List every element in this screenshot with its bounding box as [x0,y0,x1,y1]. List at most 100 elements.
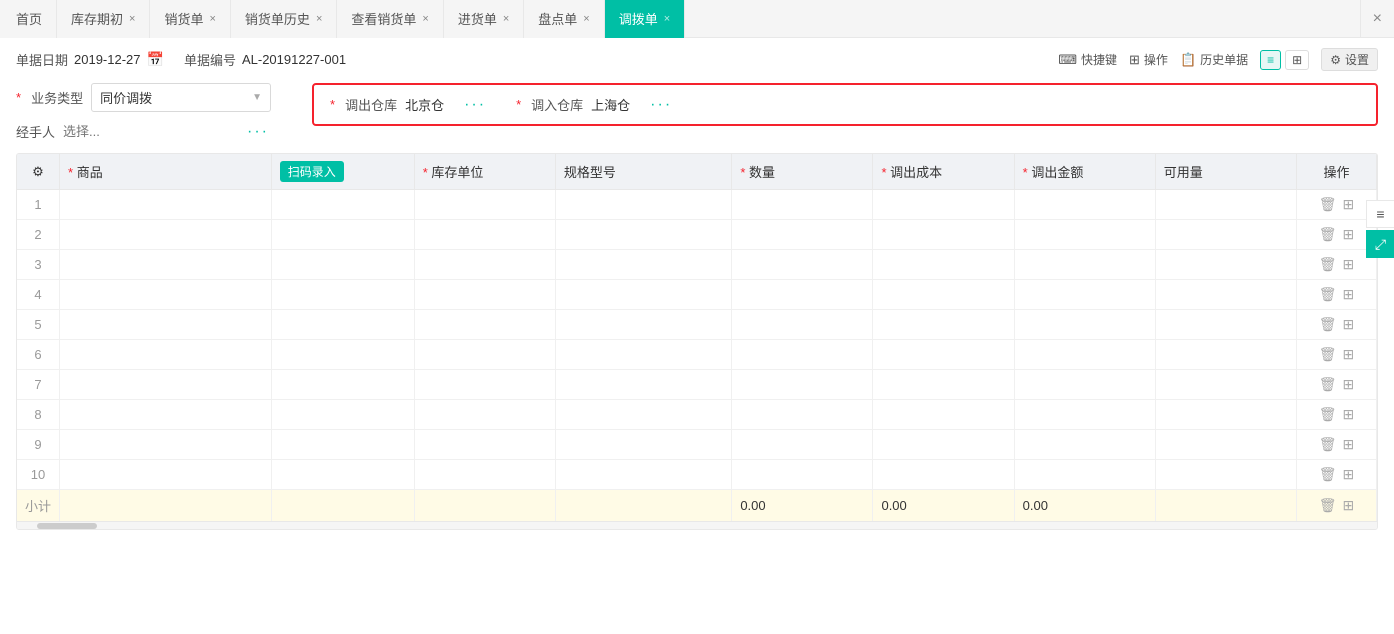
unit-cell[interactable] [414,310,555,340]
product-cell[interactable] [60,310,272,340]
copy-row-button[interactable]: ⊞ [1340,497,1358,514]
operate-button[interactable]: ⊞ 操作 [1129,51,1168,68]
business-type-select[interactable]: 同价调拨 ▼ [91,83,271,112]
amount-cell[interactable] [1014,280,1155,310]
amount-cell[interactable] [1014,340,1155,370]
amount-cell[interactable] [1014,220,1155,250]
product-cell[interactable] [60,220,272,250]
copy-row-button[interactable]: ⊞ [1340,316,1358,333]
tab-close-icon-3[interactable]: × [316,13,322,25]
copy-row-button[interactable]: ⊞ [1340,286,1358,303]
tab-close-icon-7[interactable]: × [664,13,670,25]
delete-row-button[interactable]: 🗑 [1316,497,1340,514]
spec-cell[interactable] [555,250,731,280]
amount-cell[interactable] [1014,370,1155,400]
delete-row-button[interactable]: 🗑 [1316,406,1340,423]
spec-cell[interactable] [555,310,731,340]
cost-cell[interactable] [873,250,1014,280]
delete-row-button[interactable]: 🗑 [1316,466,1340,483]
setting-button[interactable]: ⚙ 设置 [1321,48,1378,71]
delete-row-button[interactable]: 🗑 [1316,226,1340,243]
amount-cell[interactable] [1014,460,1155,490]
copy-row-button[interactable]: ⊞ [1340,376,1358,393]
unit-cell[interactable] [414,490,555,522]
tab-item-5[interactable]: 进货单× [444,0,524,38]
copy-row-button[interactable]: ⊞ [1340,406,1358,423]
cost-cell[interactable] [873,280,1014,310]
copy-row-button[interactable]: ⊞ [1340,466,1358,483]
copy-row-button[interactable]: ⊞ [1340,346,1358,363]
qty-cell[interactable] [732,460,873,490]
handler-input[interactable] [63,124,239,139]
qty-cell[interactable] [732,220,873,250]
spec-cell[interactable] [555,190,731,220]
product-cell[interactable] [60,280,272,310]
window-close-button[interactable]: × [1360,0,1394,38]
unit-cell[interactable] [414,250,555,280]
tab-close-icon-4[interactable]: × [422,13,428,25]
product-cell[interactable] [60,460,272,490]
unit-cell[interactable] [414,190,555,220]
copy-row-button[interactable]: ⊞ [1340,226,1358,243]
product-cell[interactable] [60,400,272,430]
unit-cell[interactable] [414,460,555,490]
tab-item-0[interactable]: 首页 [0,0,57,38]
qty-cell[interactable] [732,400,873,430]
amount-cell[interactable] [1014,190,1155,220]
horizontal-scrollbar[interactable] [17,521,1377,529]
spec-cell[interactable] [555,490,731,522]
unit-cell[interactable] [414,220,555,250]
delete-row-button[interactable]: 🗑 [1316,376,1340,393]
product-cell[interactable] [60,490,272,522]
in-warehouse-more-button[interactable]: ··· [650,96,672,114]
copy-row-button[interactable]: ⊞ [1340,196,1358,213]
cost-cell[interactable] [873,220,1014,250]
unit-cell[interactable] [414,400,555,430]
delete-row-button[interactable]: 🗑 [1316,316,1340,333]
tab-item-6[interactable]: 盘点单× [524,0,604,38]
scrollbar-thumb[interactable] [37,523,97,529]
cost-cell[interactable] [873,370,1014,400]
spec-cell[interactable] [555,220,731,250]
table-gear-icon[interactable]: ⚙ [32,164,44,179]
qty-cell[interactable] [732,250,873,280]
tab-close-icon-5[interactable]: × [503,13,509,25]
product-cell[interactable] [60,190,272,220]
tab-item-2[interactable]: 销货单× [150,0,230,38]
handler-more-button[interactable]: ··· [247,123,269,141]
amount-cell[interactable] [1014,310,1155,340]
unit-cell[interactable] [414,370,555,400]
delete-row-button[interactable]: 🗑 [1316,346,1340,363]
tab-close-icon-6[interactable]: × [583,13,589,25]
delete-row-button[interactable]: 🗑 [1316,436,1340,453]
calendar-icon[interactable]: 📅 [147,51,164,68]
unit-cell[interactable] [414,340,555,370]
cost-cell[interactable] [873,190,1014,220]
spec-cell[interactable] [555,370,731,400]
delete-row-button[interactable]: 🗑 [1316,256,1340,273]
tab-item-4[interactable]: 查看销货单× [337,0,443,38]
tab-close-icon-1[interactable]: × [129,13,135,25]
scan-button[interactable]: 扫码录入 [280,161,344,182]
product-cell[interactable] [60,430,272,460]
cost-cell[interactable] [873,460,1014,490]
copy-row-button[interactable]: ⊞ [1340,436,1358,453]
copy-row-button[interactable]: ⊞ [1340,256,1358,273]
layout-list-button[interactable]: ≡ [1260,50,1281,70]
history-button[interactable]: 📋 历史单据 [1180,51,1248,68]
qty-cell[interactable] [732,340,873,370]
amount-cell[interactable]: 0.00 [1014,490,1155,522]
cost-cell[interactable] [873,340,1014,370]
tab-item-7[interactable]: 调拨单× [605,0,685,38]
qty-cell[interactable]: 0.00 [732,490,873,522]
spec-cell[interactable] [555,430,731,460]
spec-cell[interactable] [555,280,731,310]
qty-cell[interactable] [732,370,873,400]
spec-cell[interactable] [555,460,731,490]
cost-cell[interactable] [873,400,1014,430]
out-warehouse-more-button[interactable]: ··· [464,96,486,114]
qty-cell[interactable] [732,430,873,460]
qty-cell[interactable] [732,280,873,310]
amount-cell[interactable] [1014,430,1155,460]
th-gear[interactable]: ⚙ [17,154,60,190]
